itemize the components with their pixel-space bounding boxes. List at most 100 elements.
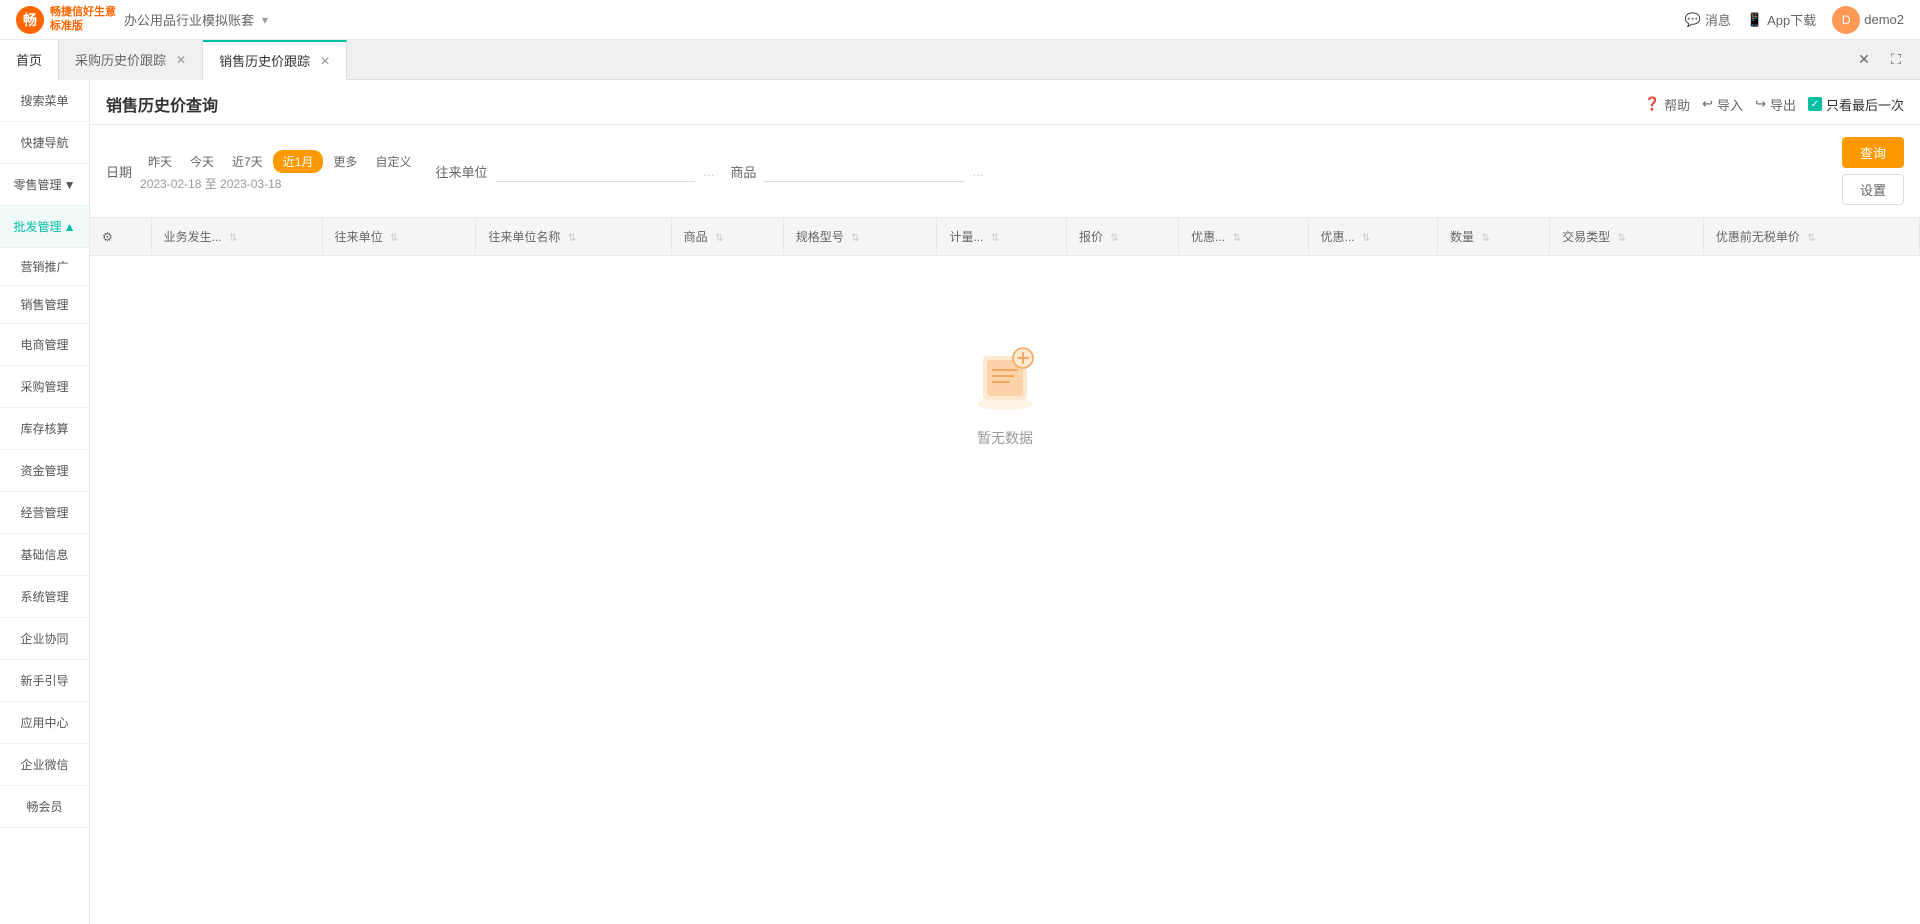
sidebar-item-vip[interactable]: 畅会员 bbox=[0, 786, 89, 828]
sidebar-item-sys-mgmt[interactable]: 系统管理 bbox=[0, 576, 89, 618]
sidebar-item-ecom-mgmt[interactable]: 电商管理 bbox=[0, 324, 89, 366]
sidebar-item-marketing[interactable]: 营销推广 bbox=[0, 248, 89, 286]
sidebar-item-corp-collab[interactable]: 企业协同 bbox=[0, 618, 89, 660]
sort-icon: ⇅ bbox=[1362, 233, 1370, 244]
sort-icon: ⇅ bbox=[715, 233, 723, 244]
logo-text: 畅捷信好生意 标准版 bbox=[50, 6, 116, 32]
message-btn[interactable]: 💬 消息 bbox=[1685, 10, 1731, 29]
sidebar-item-corp-wechat[interactable]: 企业微信 bbox=[0, 744, 89, 786]
query-button[interactable]: 查询 bbox=[1842, 137, 1904, 168]
chevron-up-icon: ▲ bbox=[64, 220, 76, 234]
settings-button[interactable]: 设置 bbox=[1842, 174, 1904, 205]
gear-icon: ⚙ bbox=[102, 230, 113, 244]
sidebar-item-inventory[interactable]: 库存核算 bbox=[0, 408, 89, 450]
sidebar-item-retail-mgmt[interactable]: 零售管理 ▼ bbox=[0, 164, 89, 206]
sort-icon: ⇅ bbox=[1481, 233, 1489, 244]
col-discount2[interactable]: 优惠... ⇅ bbox=[1308, 218, 1437, 256]
tab-home[interactable]: 首页 bbox=[0, 40, 59, 80]
date-btn-yesterday[interactable]: 昨天 bbox=[140, 150, 180, 173]
main-layout: 搜索菜单 快捷导航 零售管理 ▼ 批发管理 ▲ 营销推广 销售管理 电商管理 采… bbox=[0, 80, 1920, 924]
filter-row: 日期 昨天 今天 近7天 近1月 更多 自定义 2023-02-18 至 202… bbox=[106, 137, 1904, 205]
col-discount1[interactable]: 优惠... ⇅ bbox=[1179, 218, 1308, 256]
tab-sales-history[interactable]: 销售历史价跟踪 ✕ bbox=[203, 40, 347, 80]
sort-icon: ⇅ bbox=[390, 233, 398, 244]
help-icon: ❓ bbox=[1644, 96, 1660, 112]
help-btn[interactable]: ❓ 帮助 bbox=[1644, 95, 1690, 114]
export-btn[interactable]: ↪ 导出 bbox=[1755, 95, 1796, 114]
col-counterpart[interactable]: 往来单位 ⇅ bbox=[322, 218, 476, 256]
date-range: 2023-02-18 至 2023-03-18 bbox=[140, 175, 419, 192]
sidebar-item-sales-mgmt[interactable]: 销售管理 bbox=[0, 286, 89, 324]
close-purchase-tab[interactable]: ✕ bbox=[176, 53, 186, 67]
sidebar-item-search-menu[interactable]: 搜索菜单 bbox=[0, 80, 89, 122]
date-buttons-row: 昨天 今天 近7天 近1月 更多 自定义 bbox=[140, 150, 419, 173]
empty-icon bbox=[965, 336, 1045, 416]
user-menu[interactable]: D demo2 bbox=[1832, 6, 1904, 34]
col-quote[interactable]: 报价 ⇅ bbox=[1066, 218, 1178, 256]
counterpart-label: 往来单位 bbox=[435, 162, 487, 181]
import-btn[interactable]: ↩ 导入 bbox=[1702, 95, 1743, 114]
sidebar: 搜索菜单 快捷导航 零售管理 ▼ 批发管理 ▲ 营销推广 销售管理 电商管理 采… bbox=[0, 80, 90, 924]
col-biz-date[interactable]: 业务发生... ⇅ bbox=[151, 218, 322, 256]
col-quantity[interactable]: 数量 ⇅ bbox=[1438, 218, 1550, 256]
import-icon: ↩ bbox=[1702, 96, 1713, 112]
date-btn-custom[interactable]: 自定义 bbox=[367, 150, 419, 173]
col-trade-type[interactable]: 交易类型 ⇅ bbox=[1550, 218, 1704, 256]
page-actions: ❓ 帮助 ↩ 导入 ↪ 导出 ✓ 只看最后一次 bbox=[1644, 95, 1904, 114]
topbar-left: 畅 畅捷信好生意 标准版 办公用品行业模拟账套 ▾ bbox=[16, 6, 268, 34]
sidebar-item-wholesale-mgmt[interactable]: 批发管理 ▲ bbox=[0, 206, 89, 248]
close-sales-tab[interactable]: ✕ bbox=[320, 54, 330, 68]
col-spec[interactable]: 规格型号 ⇅ bbox=[783, 218, 937, 256]
tab-right-actions: ✕ ⛶ bbox=[1852, 48, 1920, 72]
goods-label: 商品 bbox=[730, 162, 756, 181]
col-gear[interactable]: ⚙ bbox=[90, 218, 151, 256]
sort-icon: ⇅ bbox=[991, 233, 999, 244]
page-title: 销售历史价查询 bbox=[106, 92, 218, 116]
tab-purchase-history[interactable]: 采购历史价跟踪 ✕ bbox=[59, 40, 203, 80]
sidebar-item-ops-mgmt[interactable]: 经营管理 bbox=[0, 492, 89, 534]
logo-area: 畅 畅捷信好生意 标准版 bbox=[16, 6, 116, 34]
filter-area: 日期 昨天 今天 近7天 近1月 更多 自定义 2023-02-18 至 202… bbox=[90, 125, 1920, 218]
export-icon: ↪ bbox=[1755, 96, 1766, 112]
chevron-down-icon: ▼ bbox=[64, 178, 76, 192]
date-btn-more[interactable]: 更多 bbox=[325, 150, 365, 173]
date-btn-7days[interactable]: 近7天 bbox=[224, 150, 271, 173]
col-unit[interactable]: 计量... ⇅ bbox=[937, 218, 1066, 256]
sidebar-item-app-center[interactable]: 应用中心 bbox=[0, 702, 89, 744]
sidebar-item-basic-info[interactable]: 基础信息 bbox=[0, 534, 89, 576]
date-btn-1month[interactable]: 近1月 bbox=[273, 150, 324, 173]
close-all-tabs[interactable]: ✕ bbox=[1852, 48, 1876, 72]
sort-icon: ⇅ bbox=[568, 233, 576, 244]
sidebar-item-purchase-mgmt[interactable]: 采购管理 bbox=[0, 366, 89, 408]
table-area: ⚙ 业务发生... ⇅ 往来单位 ⇅ 往来单位名称 ⇅ bbox=[90, 218, 1920, 924]
sidebar-item-finance-mgmt[interactable]: 资金管理 bbox=[0, 450, 89, 492]
app-dropdown[interactable]: ▾ bbox=[262, 13, 268, 27]
sort-icon: ⇅ bbox=[1110, 233, 1118, 244]
logo-icon: 畅 bbox=[16, 6, 44, 34]
date-options: 昨天 今天 近7天 近1月 更多 自定义 2023-02-18 至 2023-0… bbox=[140, 150, 419, 192]
counterpart-dots[interactable]: ... bbox=[703, 164, 714, 179]
topbar-right: 💬 消息 📱 App下载 D demo2 bbox=[1685, 6, 1904, 34]
date-label: 日期 bbox=[106, 162, 132, 181]
goods-filter-group: 商品 ... bbox=[730, 160, 983, 182]
app-download-btn[interactable]: 📱 App下载 bbox=[1747, 10, 1816, 29]
only-last-checkbox-label[interactable]: ✓ 只看最后一次 bbox=[1808, 95, 1904, 114]
maximize-btn[interactable]: ⛶ bbox=[1884, 48, 1908, 72]
only-last-checkbox[interactable]: ✓ bbox=[1808, 97, 1822, 111]
content-area: 销售历史价查询 ❓ 帮助 ↩ 导入 ↪ 导出 ✓ 只看最后一次 bbox=[90, 80, 1920, 924]
avatar: D bbox=[1832, 6, 1860, 34]
sidebar-item-new-guide[interactable]: 新手引导 bbox=[0, 660, 89, 702]
date-btn-today[interactable]: 今天 bbox=[182, 150, 222, 173]
goods-input[interactable] bbox=[764, 160, 964, 182]
col-goods[interactable]: 商品 ⇅ bbox=[671, 218, 783, 256]
col-pretax-price[interactable]: 优惠前无税单价 ⇅ bbox=[1703, 218, 1919, 256]
counterpart-input[interactable] bbox=[495, 160, 695, 182]
col-counterpart-name[interactable]: 往来单位名称 ⇅ bbox=[476, 218, 671, 256]
download-icon: 📱 bbox=[1747, 12, 1763, 28]
sidebar-item-quick-nav[interactable]: 快捷导航 bbox=[0, 122, 89, 164]
goods-dots[interactable]: ... bbox=[972, 164, 983, 179]
empty-state: 暂无数据 bbox=[90, 256, 1920, 528]
sort-icon: ⇅ bbox=[1232, 233, 1240, 244]
date-filter-group: 日期 昨天 今天 近7天 近1月 更多 自定义 2023-02-18 至 202… bbox=[106, 150, 419, 192]
app-title: 办公用品行业模拟账套 bbox=[124, 10, 254, 29]
